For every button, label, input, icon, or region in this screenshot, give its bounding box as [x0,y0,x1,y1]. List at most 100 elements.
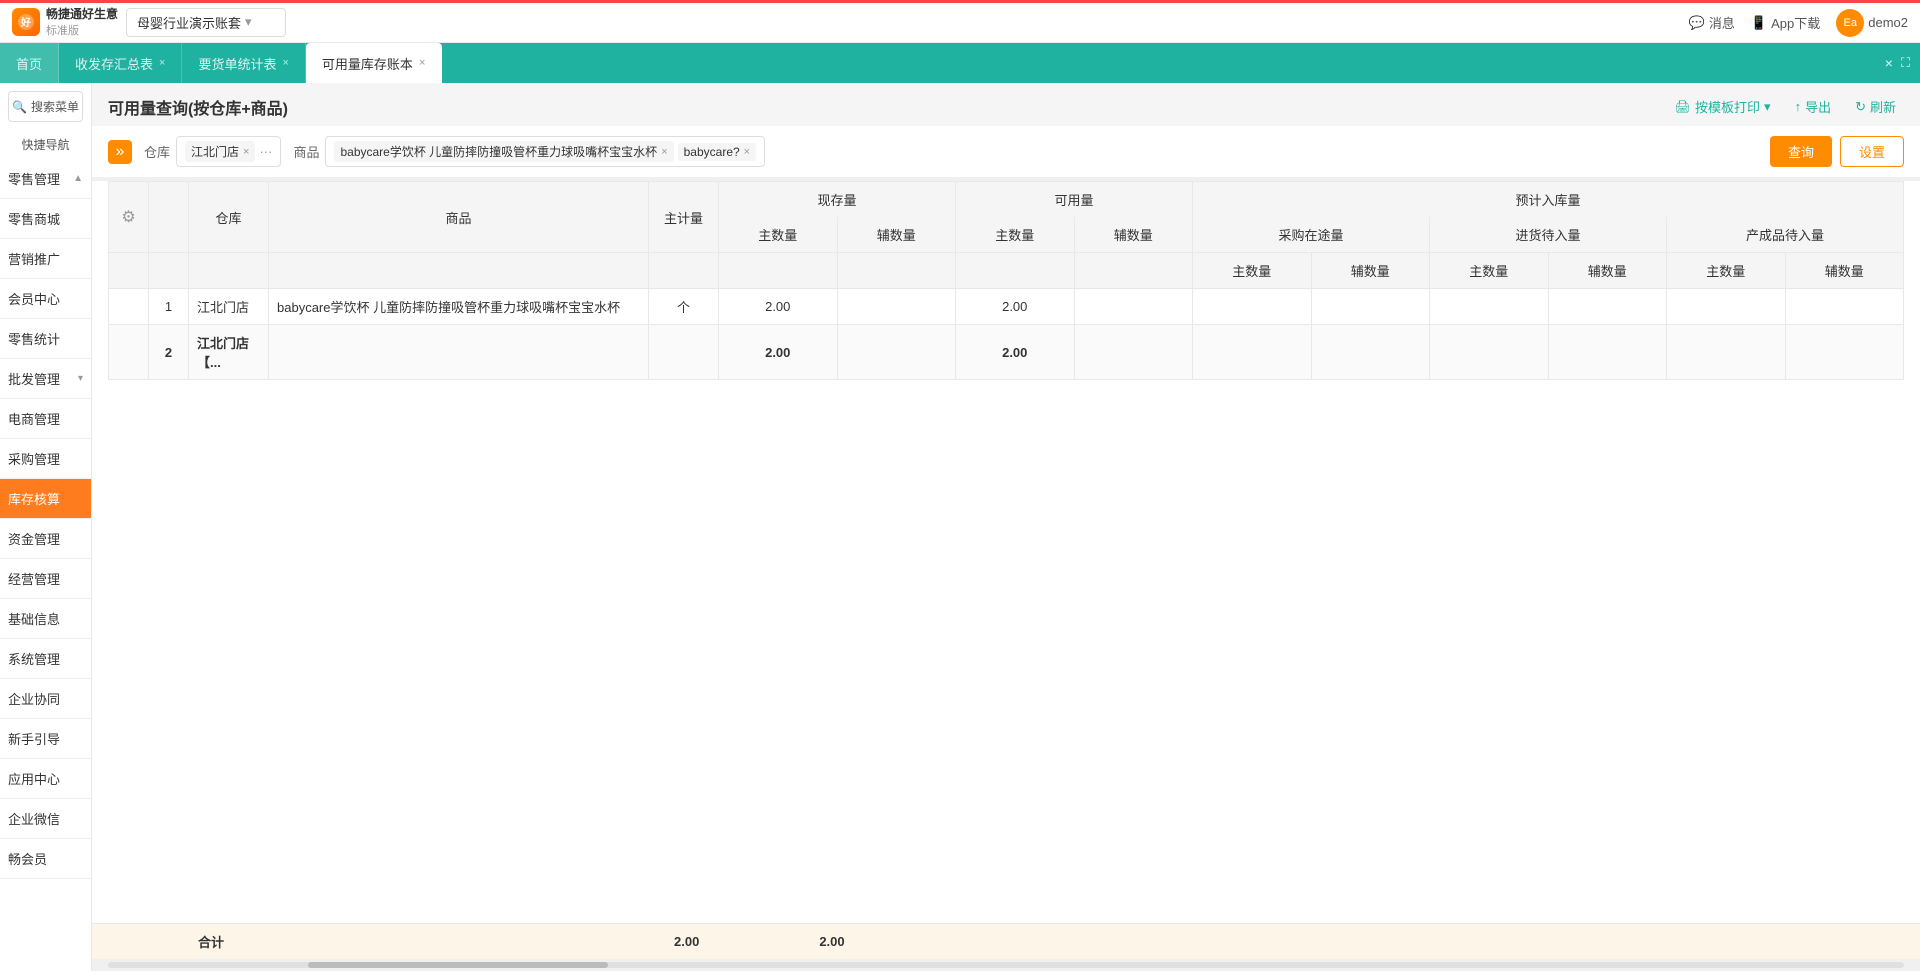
warehouse-input[interactable]: 江北门店 × ··· [176,136,281,167]
table-row: 2 江北门店【... 2.00 2.00 [109,325,1904,380]
close-receive-pay-icon[interactable]: × [159,57,165,69]
sidebar-item-enterprise-collab[interactable]: 企业协同 [0,679,91,719]
data-table: ⚙ 仓库 商品 主计量 现存量 可用量 预计入库量 主数量 辅数量 主数量 [108,181,1904,380]
col-pt-aux-sub: 辅数量 [1311,253,1430,289]
row2-ip-aux [1548,325,1667,380]
chevron-down-icon: ▾ [1764,99,1771,115]
tab-available-stock[interactable]: 可用量库存账本 × [306,43,442,83]
page-actions: 🖨 按模板打印 ▾ ↑ 导出 ↻ 刷新 [1667,93,1905,120]
home-tab-label: 首页 [16,54,42,73]
receive-pay-label: 收发存汇总表 [75,54,153,73]
row2-avail-aux [1074,325,1193,380]
sidebar-item-ecommerce-mgmt[interactable]: 电商管理 [0,399,91,439]
tab-order-stats[interactable]: 要货单统计表 × [182,43,305,83]
col-avail-main-header: 主数量 [956,217,1075,253]
product-filter: 商品 babycare学饮杯 儿童防摔防撞吸管杯重力球吸嘴杯宝宝水杯 × bab… [293,136,765,167]
row1-pp-main [1667,289,1786,325]
message-button[interactable]: 💬 消息 [1689,13,1735,32]
col-product-header: 商品 [269,182,649,253]
row1-stock-main: 2.00 [719,289,838,325]
download-icon: 📱 [1751,15,1767,31]
row1-stock-aux [837,289,956,325]
query-button[interactable]: 查询 [1770,136,1832,167]
row1-avail-aux [1074,289,1193,325]
scroll-thumb[interactable] [308,962,608,968]
sidebar-item-business-mgmt[interactable]: 经营管理 [0,559,91,599]
warehouse-ellipsis[interactable]: ··· [259,144,272,159]
main-layout: 🔍 搜索菜单 快捷导航 零售管理 ▲ 零售商城 营销推广 会员中心 零售统计 批… [0,83,1920,971]
logo-text: 畅捷通好生意 标准版 [46,7,118,37]
app-download-button[interactable]: 📱 App下载 [1751,13,1820,32]
row2-seq: 2 [149,325,189,380]
gear-icon[interactable]: ⚙ [121,209,135,226]
col-prod-sub [269,253,649,289]
sidebar-item-marketing[interactable]: 营销推广 [0,239,91,279]
col-ip-aux-sub: 辅数量 [1548,253,1667,289]
row1-avail-main: 2.00 [956,289,1075,325]
remove-warehouse-icon[interactable]: × [243,146,249,158]
filter-bar: » 仓库 江北门店 × ··· 商品 babycare学饮杯 儿童防摔防撞吸管杯… [92,126,1920,177]
col-warehouse-header: 仓库 [189,182,269,253]
row1-pp-aux [1785,289,1904,325]
remove-product1-icon[interactable]: × [661,146,667,158]
footer-row: 合计 2.00 2.00 [108,932,1904,951]
close-available-stock-icon[interactable]: × [419,57,425,69]
row2-product [269,325,649,380]
row2-pp-aux [1785,325,1904,380]
restore-tabs-icon[interactable]: ⛶ [1901,55,1910,71]
page-header: 可用量查询(按仓库+商品) 🖨 按模板打印 ▾ ↑ 导出 ↻ 刷新 [92,83,1920,126]
horizontal-scrollbar[interactable] [92,959,1920,971]
sidebar-item-wholesale-mgmt[interactable]: 批发管理 ▾ [0,359,91,399]
row1-warehouse: 江北门店 [189,289,269,325]
settings-button[interactable]: 设置 [1840,136,1904,167]
table-container[interactable]: ⚙ 仓库 商品 主计量 现存量 可用量 预计入库量 主数量 辅数量 主数量 [92,181,1920,923]
warehouse-filter: 仓库 江北门店 × ··· [144,136,281,167]
sidebar-search-area: 🔍 搜索菜单 [0,83,91,130]
print-icon: 🖨 [1675,99,1692,115]
chevron-icon: ▾ [78,373,83,384]
row2-stock-aux [837,325,956,380]
scroll-track [108,962,1904,968]
user-account[interactable]: Ea demo2 [1836,9,1908,37]
close-order-stats-icon[interactable]: × [282,57,288,69]
filter-expand-button[interactable]: » [108,140,132,164]
refresh-button[interactable]: ↻ 刷新 [1847,93,1904,120]
sidebar-item-retail-mall[interactable]: 零售商城 [0,199,91,239]
sidebar-item-purchase-mgmt[interactable]: 采购管理 [0,439,91,479]
col-expected-header: 预计入库量 [1193,182,1904,218]
sidebar-item-vip-member[interactable]: 畅会员 [0,839,91,879]
chevron-icon: ▲ [73,173,83,184]
industry-selector[interactable]: 母婴行业演示账套 ▾ [126,8,286,37]
tab-home[interactable]: 首页 [0,43,59,83]
sidebar-item-retail-stats[interactable]: 零售统计 [0,319,91,359]
refresh-icon: ↻ [1855,99,1866,115]
tab-receive-pay[interactable]: 收发存汇总表 × [59,43,182,83]
close-all-tabs-icon[interactable]: × [1885,55,1893,71]
col-seq-header [149,182,189,253]
sidebar-item-member-center[interactable]: 会员中心 [0,279,91,319]
footer-stock-main: 2.00 [674,934,699,949]
sidebar-item-finance-mgmt[interactable]: 资金管理 [0,519,91,559]
remove-product2-icon[interactable]: × [744,146,750,158]
row2-pt-aux [1311,325,1430,380]
logo-icon: 好 [12,8,40,36]
sidebar-item-basic-info[interactable]: 基础信息 [0,599,91,639]
sidebar-item-enterprise-wechat[interactable]: 企业微信 [0,799,91,839]
sidebar-item-app-center[interactable]: 应用中心 [0,759,91,799]
sidebar-item-retail-mgmt[interactable]: 零售管理 ▲ [0,159,91,199]
footer-total-label: 合计 [198,932,224,951]
col-pp-main-sub: 主数量 [1667,253,1786,289]
col-pp-header: 产成品待入量 [1667,217,1904,253]
sidebar-item-stock-check[interactable]: 库存核算 [0,479,91,519]
col-unit-sub [649,253,719,289]
footer-avail-main: 2.00 [819,934,844,949]
sidebar-item-new-guide[interactable]: 新手引导 [0,719,91,759]
product-tag-2: babycare? × [678,143,756,161]
export-button[interactable]: ↑ 导出 [1787,93,1840,120]
quick-nav-label[interactable]: 快捷导航 [0,130,91,159]
sidebar-item-system-mgmt[interactable]: 系统管理 [0,639,91,679]
col-wh-sub [189,253,269,289]
print-template-button[interactable]: 🖨 按模板打印 ▾ [1667,93,1779,120]
product-input[interactable]: babycare学饮杯 儿童防摔防撞吸管杯重力球吸嘴杯宝宝水杯 × babyca… [325,136,765,167]
search-menu-button[interactable]: 🔍 搜索菜单 [8,91,83,122]
